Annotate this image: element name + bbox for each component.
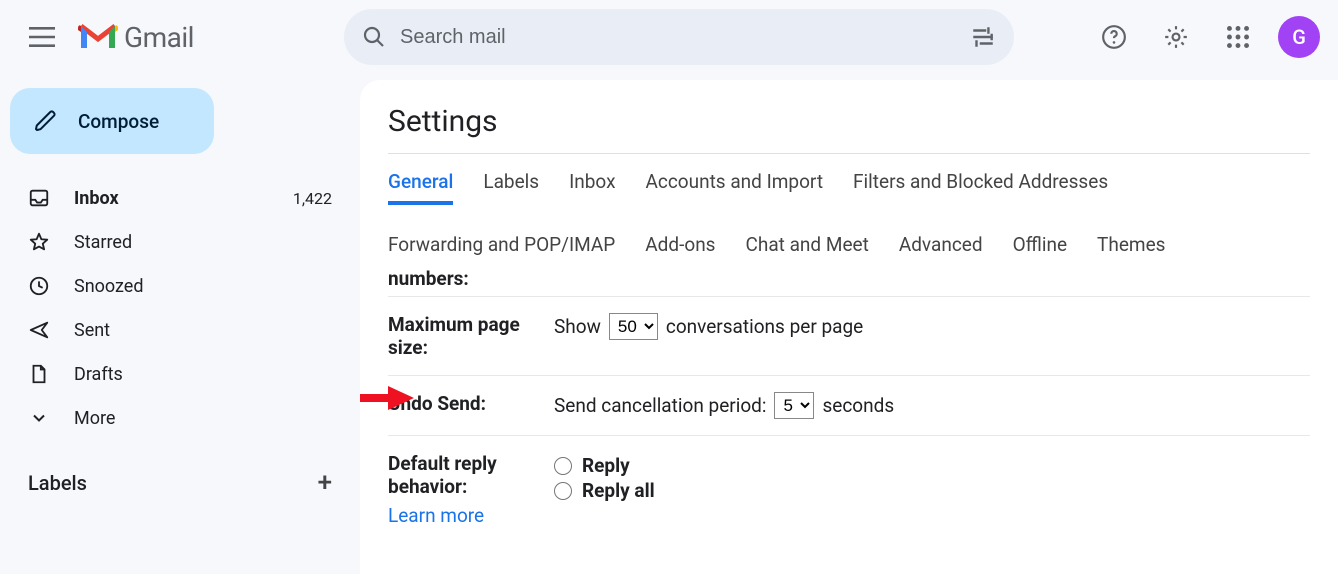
reply-radio[interactable]: [554, 457, 572, 475]
add-label-button[interactable]: +: [318, 468, 332, 498]
compose-label: Compose: [78, 110, 159, 133]
sidebar-item-label: Drafts: [74, 364, 332, 385]
star-icon: [28, 231, 50, 253]
menu-icon[interactable]: [18, 13, 66, 61]
sidebar-item-label: More: [74, 408, 332, 429]
setting-row-undo-send: Undo Send: Send cancellation period: 5 s…: [388, 375, 1310, 435]
tab-labels[interactable]: Labels: [483, 170, 539, 205]
search-options-icon[interactable]: [970, 24, 996, 50]
setting-label: Undo Send:: [388, 392, 554, 415]
max-page-prefix: Show: [554, 315, 601, 338]
settings-body: numbers: Maximum page size: Show 50 conv…: [388, 270, 1338, 543]
search-input[interactable]: [400, 26, 970, 49]
prev-row-cutoff: numbers:: [388, 270, 1310, 290]
page-title: Settings: [388, 104, 1338, 139]
gmail-logo[interactable]: Gmail: [78, 21, 194, 54]
app-header: Gmail G: [0, 0, 1338, 74]
sidebar-item-label: Sent: [74, 320, 332, 341]
setting-label: Default reply behavior:: [388, 452, 554, 498]
tab-addons[interactable]: Add-ons: [645, 233, 715, 264]
sidebar-item-label: Snoozed: [74, 276, 332, 297]
sidebar-item-snoozed[interactable]: Snoozed: [10, 264, 350, 308]
tab-accounts[interactable]: Accounts and Import: [646, 170, 824, 205]
pencil-icon: [34, 109, 58, 133]
search-bar[interactable]: [344, 9, 1014, 65]
undo-send-suffix: seconds: [822, 394, 894, 417]
sidebar-item-more[interactable]: More: [10, 396, 350, 440]
gear-icon[interactable]: [1154, 15, 1198, 59]
tab-general[interactable]: General: [388, 170, 453, 205]
reply-radio-label: Reply: [582, 454, 630, 477]
sidebar-item-label: Inbox: [74, 188, 269, 209]
sidebar-item-sent[interactable]: Sent: [10, 308, 350, 352]
tab-forwarding[interactable]: Forwarding and POP/IMAP: [388, 233, 615, 264]
search-icon: [362, 25, 386, 49]
sidebar-item-drafts[interactable]: Drafts: [10, 352, 350, 396]
tab-offline[interactable]: Offline: [1013, 233, 1067, 264]
tab-inbox[interactable]: Inbox: [569, 170, 615, 205]
inbox-icon: [28, 187, 50, 209]
settings-panel: Settings General Labels Inbox Accounts a…: [360, 80, 1338, 574]
sidebar-item-label: Starred: [74, 232, 332, 253]
file-icon: [28, 363, 50, 385]
apps-icon[interactable]: [1216, 15, 1260, 59]
nav-list: Inbox 1,422 Starred Snoozed Sent Drafts: [10, 176, 350, 440]
avatar[interactable]: G: [1278, 16, 1320, 58]
help-icon[interactable]: [1092, 15, 1136, 59]
header-actions: G: [1092, 15, 1320, 59]
labels-header-text: Labels: [28, 471, 87, 495]
chevron-down-icon: [28, 408, 50, 428]
undo-send-prefix: Send cancellation period:: [554, 394, 766, 417]
learn-more-link[interactable]: Learn more: [388, 504, 484, 527]
clock-icon: [28, 275, 50, 297]
sidebar: Compose Inbox 1,422 Starred Snoozed Sent: [0, 74, 360, 574]
sidebar-item-inbox[interactable]: Inbox 1,422: [10, 176, 350, 220]
labels-header: Labels +: [10, 468, 350, 498]
tab-chat[interactable]: Chat and Meet: [746, 233, 869, 264]
gmail-logo-text: Gmail: [124, 21, 194, 54]
tab-themes[interactable]: Themes: [1097, 233, 1165, 264]
setting-row-max-page-size: Maximum page size: Show 50 conversations…: [388, 296, 1310, 375]
compose-button[interactable]: Compose: [10, 88, 214, 154]
max-page-suffix: conversations per page: [666, 315, 863, 338]
undo-send-select[interactable]: 5: [774, 392, 814, 419]
sidebar-item-starred[interactable]: Starred: [10, 220, 350, 264]
max-page-size-select[interactable]: 50: [609, 313, 658, 340]
settings-tabs: General Labels Inbox Accounts and Import…: [388, 154, 1338, 274]
inbox-count: 1,422: [293, 189, 332, 208]
tab-filters[interactable]: Filters and Blocked Addresses: [853, 170, 1108, 205]
setting-row-default-reply: Default reply behavior: Learn more Reply…: [388, 435, 1310, 543]
gmail-logo-icon: [78, 22, 118, 52]
reply-all-radio-label: Reply all: [582, 479, 655, 502]
tab-advanced[interactable]: Advanced: [899, 233, 983, 264]
send-icon: [28, 319, 50, 341]
reply-all-radio[interactable]: [554, 482, 572, 500]
setting-label: Maximum page size:: [388, 313, 554, 359]
